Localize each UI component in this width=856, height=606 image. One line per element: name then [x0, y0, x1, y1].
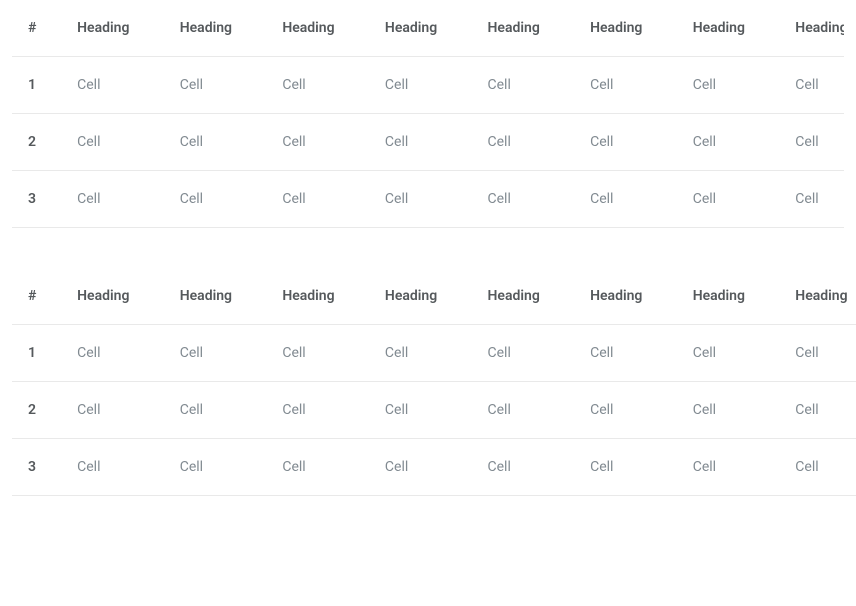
table-row-index: 1	[12, 325, 61, 382]
table-cell: Cell	[677, 325, 780, 382]
table-cell: Cell	[472, 171, 575, 228]
table-header-cell: Heading	[61, 268, 164, 325]
table-cell: Cell	[472, 382, 575, 439]
table-row-index: 1	[12, 57, 61, 114]
table-header-cell: Heading	[677, 0, 780, 57]
table-cell: Cell	[574, 439, 677, 496]
table-cell: Cell	[164, 57, 267, 114]
table-cell: Cell	[266, 171, 369, 228]
table-header-cell: Heading	[677, 268, 780, 325]
table-header-cell: Heading	[369, 268, 472, 325]
table-cell: Cell	[779, 114, 844, 171]
table-cell: Cell	[472, 439, 575, 496]
table-row: 1 Cell Cell Cell Cell Cell Cell Cell Cel…	[12, 325, 856, 382]
table-cell: Cell	[369, 439, 472, 496]
table-cell: Cell	[574, 171, 677, 228]
table-cell: Cell	[677, 382, 780, 439]
table-header-cell: Heading	[164, 268, 267, 325]
responsive-table-container-1[interactable]: # Heading Heading Heading Heading Headin…	[12, 0, 844, 228]
table-header-cell: Heading	[61, 0, 164, 57]
table-cell: Cell	[266, 325, 369, 382]
table-cell: Cell	[677, 171, 780, 228]
table-cell: Cell	[472, 325, 575, 382]
table-cell: Cell	[779, 171, 844, 228]
table-cell: Cell	[164, 325, 267, 382]
table-cell: Cell	[164, 382, 267, 439]
table-header-row: # Heading Heading Heading Heading Headin…	[12, 268, 856, 325]
table-row: 2 Cell Cell Cell Cell Cell Cell Cell Cel…	[12, 382, 856, 439]
table-header-cell: Heading	[266, 268, 369, 325]
table-cell: Cell	[369, 114, 472, 171]
table-cell: Cell	[574, 325, 677, 382]
table-cell: Cell	[266, 57, 369, 114]
table-row: 1 Cell Cell Cell Cell Cell Cell Cell Cel…	[12, 57, 844, 114]
data-table-1: # Heading Heading Heading Heading Headin…	[12, 0, 844, 228]
table-cell: Cell	[369, 382, 472, 439]
table-header-cell: Heading	[266, 0, 369, 57]
table-header-cell: Heading	[472, 0, 575, 57]
table-row-index: 3	[12, 171, 61, 228]
table-header-index: #	[12, 0, 61, 57]
table-header-row: # Heading Heading Heading Heading Headin…	[12, 0, 844, 57]
table-cell: Cell	[779, 57, 844, 114]
table-header-cell: Heading	[472, 268, 575, 325]
table-cell: Cell	[266, 439, 369, 496]
table-cell: Cell	[266, 114, 369, 171]
table-cell: Cell	[574, 57, 677, 114]
table-cell: Cell	[61, 57, 164, 114]
table-cell: Cell	[369, 57, 472, 114]
table-cell: Cell	[677, 114, 780, 171]
table-cell: Cell	[472, 57, 575, 114]
data-table-2: # Heading Heading Heading Heading Headin…	[12, 268, 856, 496]
table-row-index: 3	[12, 439, 61, 496]
table-cell: Cell	[574, 114, 677, 171]
table-cell: Cell	[164, 171, 267, 228]
table-cell: Cell	[61, 114, 164, 171]
table-header-cell: Heading	[779, 268, 856, 325]
table-header-index: #	[12, 268, 61, 325]
table-cell: Cell	[574, 382, 677, 439]
table-header-cell: Heading	[574, 0, 677, 57]
table-header-cell: Heading	[369, 0, 472, 57]
table-cell: Cell	[677, 439, 780, 496]
table-cell: Cell	[61, 439, 164, 496]
table-cell: Cell	[164, 439, 267, 496]
table-cell: Cell	[61, 382, 164, 439]
table-cell: Cell	[369, 171, 472, 228]
table-cell: Cell	[369, 325, 472, 382]
table-cell: Cell	[61, 325, 164, 382]
table-cell: Cell	[164, 114, 267, 171]
table-row: 2 Cell Cell Cell Cell Cell Cell Cell Cel…	[12, 114, 844, 171]
table-header-cell: Heading	[164, 0, 267, 57]
responsive-table-container-2: # Heading Heading Heading Heading Headin…	[12, 268, 844, 496]
table-cell: Cell	[266, 382, 369, 439]
table-cell: Cell	[61, 171, 164, 228]
table-header-cell: Heading	[574, 268, 677, 325]
table-header-cell: Heading	[779, 0, 844, 57]
table-cell: Cell	[779, 382, 856, 439]
table-cell: Cell	[779, 439, 856, 496]
table-row-index: 2	[12, 382, 61, 439]
table-cell: Cell	[472, 114, 575, 171]
table-cell: Cell	[677, 57, 780, 114]
table-row: 3 Cell Cell Cell Cell Cell Cell Cell Cel…	[12, 439, 856, 496]
table-row-index: 2	[12, 114, 61, 171]
table-row: 3 Cell Cell Cell Cell Cell Cell Cell Cel…	[12, 171, 844, 228]
table-cell: Cell	[779, 325, 856, 382]
